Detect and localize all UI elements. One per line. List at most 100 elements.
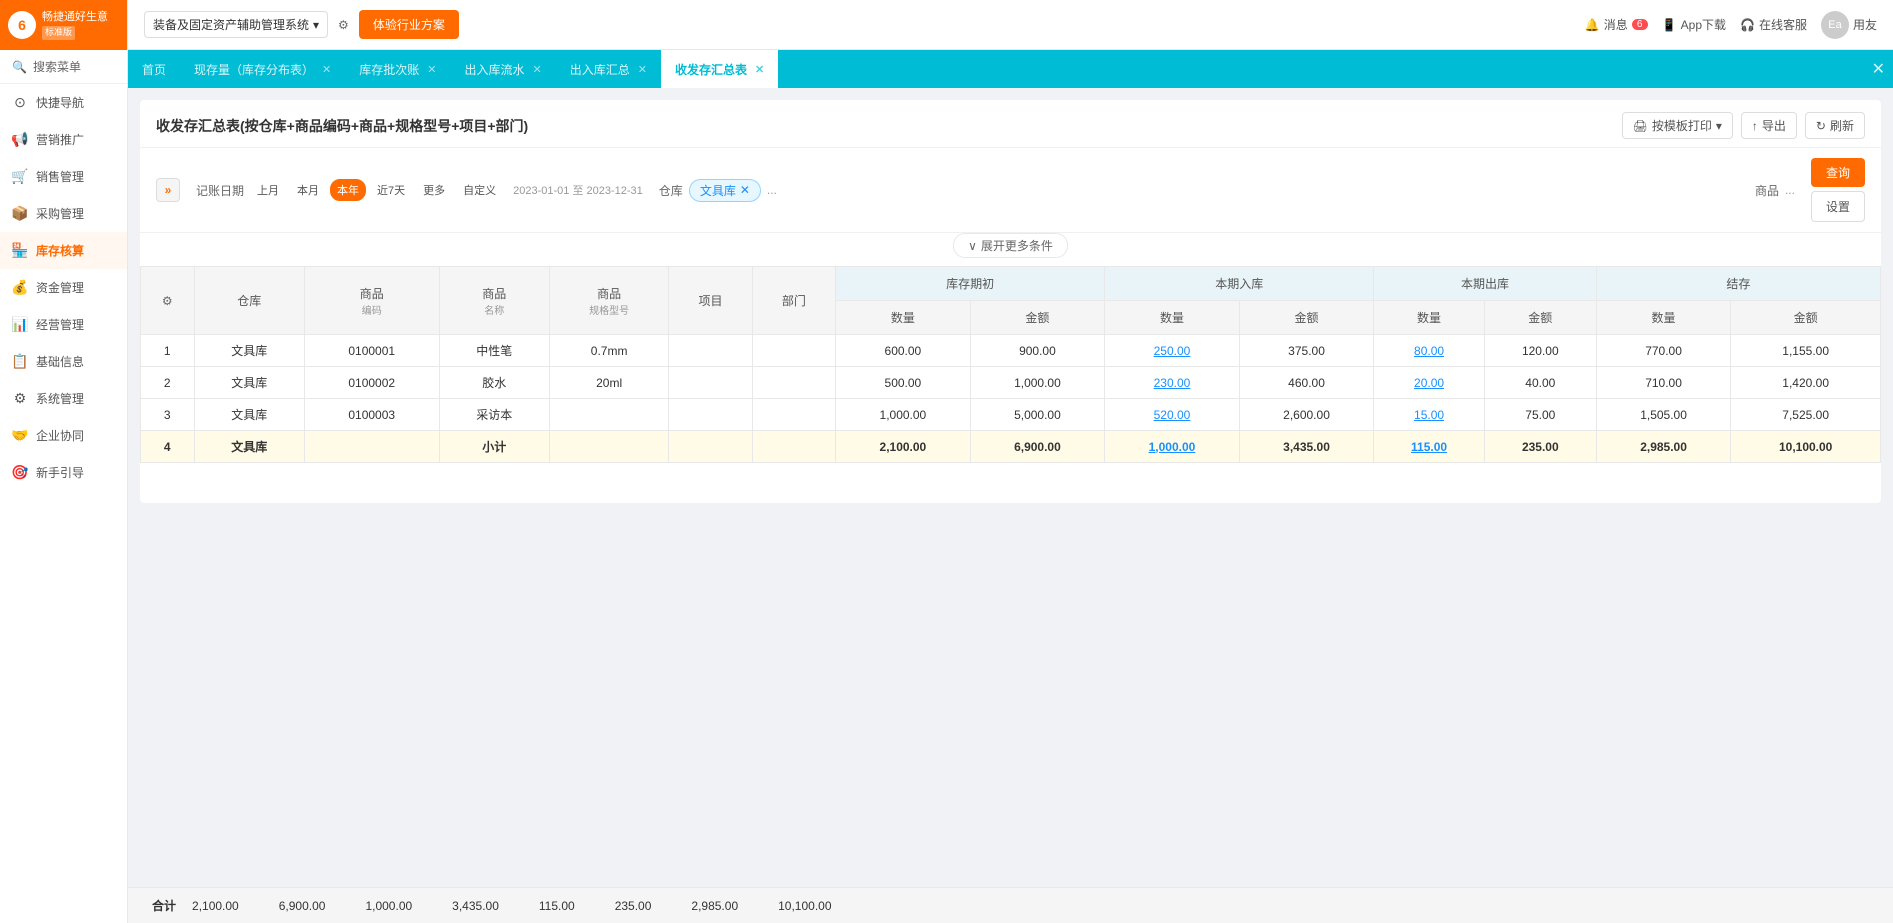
sidebar-item-system[interactable]: ⚙ 系统管理 xyxy=(0,380,127,417)
cell-project xyxy=(669,335,752,367)
cell-in-qty[interactable]: 250.00 xyxy=(1105,335,1240,367)
total-in-amt: 3,435.00 xyxy=(452,899,499,913)
expand-more-btn[interactable]: ∨ 展开更多条件 xyxy=(953,233,1068,258)
user-menu[interactable]: Ea 用友 xyxy=(1821,11,1877,39)
total-out-qty: 115.00 xyxy=(539,899,575,913)
cell-out-amt: 75.00 xyxy=(1484,399,1596,431)
date-btn-curr[interactable]: 本月 xyxy=(290,179,326,201)
sidebar-item-quick-nav[interactable]: ⊙ 快捷导航 xyxy=(0,84,127,121)
subtotal-project xyxy=(669,431,752,463)
th-gear[interactable]: ⚙ xyxy=(141,267,195,335)
total-in-qty: 1,000.00 xyxy=(365,899,412,913)
cell-out-qty[interactable]: 15.00 xyxy=(1374,399,1485,431)
tab-close-inout-flow[interactable]: ✕ xyxy=(533,63,542,76)
inventory-icon: 🏪 xyxy=(12,243,28,259)
avatar: Ea xyxy=(1821,11,1849,39)
sidebar-item-inventory[interactable]: 🏪 库存核算 xyxy=(0,232,127,269)
sidebar-item-guide[interactable]: 🎯 新手引导 xyxy=(0,454,127,491)
print-btn[interactable]: 🖨 按模板打印 ▾ xyxy=(1622,112,1733,139)
warehouse-tag[interactable]: 文具库 ✕ xyxy=(689,179,761,202)
subtotal-balance-amt: 10,100.00 xyxy=(1731,431,1881,463)
search-icon: 🔍 xyxy=(12,60,27,74)
subtotal-in-qty[interactable]: 1,000.00 xyxy=(1105,431,1240,463)
main-content: 收发存汇总表(按仓库+商品编码+商品+规格型号+项目+部门) 🖨 按模板打印 ▾… xyxy=(128,88,1893,923)
sidebar-item-marketing[interactable]: 📢 营销推广 xyxy=(0,121,127,158)
sidebar-item-sales[interactable]: 🛒 销售管理 xyxy=(0,158,127,195)
app-logo-text: 畅捷通好生意 标准版 xyxy=(42,10,108,40)
gear-icon[interactable]: ⚙ xyxy=(162,294,173,308)
total-balance-amt: 10,100.00 xyxy=(778,899,831,913)
th-balance-amt: 金额 xyxy=(1731,301,1881,335)
cell-dept xyxy=(752,335,835,367)
total-out-amt: 235.00 xyxy=(615,899,652,913)
cell-out-qty[interactable]: 80.00 xyxy=(1374,335,1485,367)
purchase-icon: 📦 xyxy=(12,206,28,222)
filter-expand-btn[interactable]: » xyxy=(156,178,180,202)
th-balance: 结存 xyxy=(1596,267,1880,301)
cell-no: 1 xyxy=(141,335,195,367)
headset-icon: 🎧 xyxy=(1740,18,1755,32)
filter-expand-more-row: ∨ 展开更多条件 xyxy=(140,233,1881,266)
th-dept: 部门 xyxy=(752,267,835,335)
sidebar-search[interactable]: 🔍 搜索菜单 xyxy=(0,50,127,84)
warehouse-label: 仓库 xyxy=(659,182,683,199)
trial-btn[interactable]: 体验行业方案 xyxy=(359,10,459,39)
date-btn-custom[interactable]: 自定义 xyxy=(456,179,503,201)
cell-no: 2 xyxy=(141,367,195,399)
tab-close-inout-summary[interactable]: ✕ xyxy=(638,63,647,76)
tab-inventory-dist[interactable]: 现存量（库存分布表） ✕ xyxy=(180,50,345,88)
refresh-icon: ↻ xyxy=(1816,119,1826,133)
subtotal-out-qty[interactable]: 115.00 xyxy=(1374,431,1485,463)
app-download-btn[interactable]: 📱 App下载 xyxy=(1662,16,1726,33)
query-btn[interactable]: 查询 xyxy=(1811,158,1865,187)
sidebar-item-finance[interactable]: 💰 资金管理 xyxy=(0,269,127,306)
th-opening-amt: 金额 xyxy=(970,301,1105,335)
tab-receive-summary[interactable]: 收发存汇总表 ✕ xyxy=(661,50,778,88)
tab-close-receive-summary[interactable]: ✕ xyxy=(755,63,764,76)
tab-inout-summary[interactable]: 出入库汇总 ✕ xyxy=(556,50,661,88)
tab-inout-flow[interactable]: 出入库流水 ✕ xyxy=(450,50,555,88)
th-in-qty: 数量 xyxy=(1105,301,1240,335)
sales-icon: 🛒 xyxy=(12,169,28,185)
page-container: 收发存汇总表(按仓库+商品编码+商品+规格型号+项目+部门) 🖨 按模板打印 ▾… xyxy=(140,100,1881,503)
notifications-btn[interactable]: 🔔 消息 6 xyxy=(1585,16,1648,33)
th-opening: 库存期初 xyxy=(836,267,1105,301)
warehouse-more[interactable]: ... xyxy=(767,183,777,197)
cell-out-amt: 120.00 xyxy=(1484,335,1596,367)
tab-close-batch[interactable]: ✕ xyxy=(427,63,436,76)
sidebar-item-collab[interactable]: 🤝 企业协同 xyxy=(0,417,127,454)
table-row: 3 文具库 0100003 采访本 1,000.00 5,000.00 520.… xyxy=(141,399,1881,431)
th-out-qty: 数量 xyxy=(1374,301,1485,335)
export-btn[interactable]: ↑ 导出 xyxy=(1741,112,1797,139)
total-balance-qty: 2,985.00 xyxy=(691,899,738,913)
online-service-btn[interactable]: 🎧 在线客服 xyxy=(1740,16,1807,33)
system-icon: ⚙ xyxy=(12,391,28,407)
filter-settings-btn[interactable]: 设置 xyxy=(1811,191,1865,222)
tab-close-inventory-dist[interactable]: ✕ xyxy=(322,63,331,76)
settings-icon[interactable]: ⚙ xyxy=(338,18,349,32)
commodity-label: 商品 xyxy=(1755,182,1779,199)
sidebar-item-basic[interactable]: 📋 基础信息 xyxy=(0,343,127,380)
th-in: 本期入库 xyxy=(1105,267,1374,301)
cell-name: 采访本 xyxy=(439,399,549,431)
date-btn-more[interactable]: 更多 xyxy=(416,179,452,201)
cell-balance-amt: 1,420.00 xyxy=(1731,367,1881,399)
cell-out-qty[interactable]: 20.00 xyxy=(1374,367,1485,399)
cell-in-qty[interactable]: 230.00 xyxy=(1105,367,1240,399)
date-btn-year[interactable]: 本年 xyxy=(330,179,366,201)
sidebar-item-purchase[interactable]: 📦 采购管理 xyxy=(0,195,127,232)
date-btn-prev[interactable]: 上月 xyxy=(250,179,286,201)
tab-home[interactable]: 首页 xyxy=(128,50,180,88)
tabbar-close-btn[interactable]: ✕ xyxy=(1872,59,1885,79)
app-selector[interactable]: 装备及固定资产辅助管理系统 ▾ xyxy=(144,11,328,38)
subtotal-out-amt: 235.00 xyxy=(1484,431,1596,463)
commodity-more[interactable]: ... xyxy=(1785,183,1795,197)
date-btn-last7[interactable]: 近7天 xyxy=(370,179,412,201)
cell-in-qty[interactable]: 520.00 xyxy=(1105,399,1240,431)
topbar-left: 装备及固定资产辅助管理系统 ▾ ⚙ 体验行业方案 xyxy=(144,10,459,39)
cell-warehouse: 文具库 xyxy=(194,367,304,399)
refresh-btn[interactable]: ↻ 刷新 xyxy=(1805,112,1865,139)
sidebar-item-operation[interactable]: 📊 经营管理 xyxy=(0,306,127,343)
tab-batch[interactable]: 库存批次账 ✕ xyxy=(345,50,450,88)
warehouse-tag-close[interactable]: ✕ xyxy=(740,183,750,197)
